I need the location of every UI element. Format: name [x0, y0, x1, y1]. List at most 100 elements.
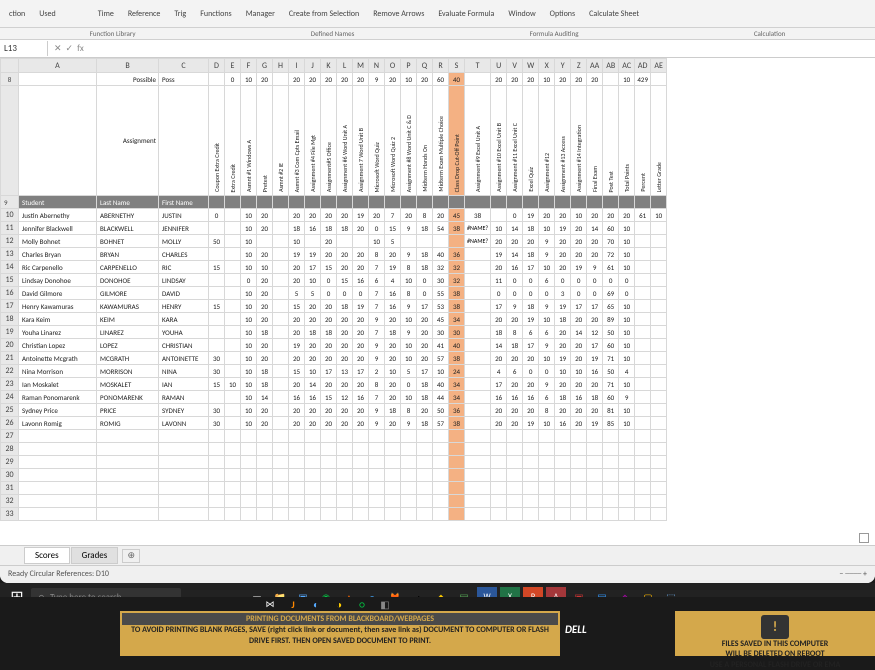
data-cell[interactable]: 45	[433, 313, 449, 326]
row-header[interactable]: 21	[1, 352, 19, 365]
cell[interactable]	[539, 495, 555, 508]
data-cell[interactable]: 10	[241, 417, 257, 430]
student-cell[interactable]: Lindsay Donohoe	[19, 274, 97, 287]
cell[interactable]	[273, 495, 289, 508]
data-cell[interactable]: 20	[257, 274, 273, 287]
data-cell[interactable]: 17	[305, 261, 321, 274]
data-cell[interactable]: 10	[241, 287, 257, 300]
data-cell[interactable]: 20	[571, 417, 587, 430]
data-cell[interactable]: 57	[433, 417, 449, 430]
cell[interactable]	[555, 456, 571, 469]
data-cell[interactable]	[651, 365, 667, 378]
data-cell[interactable]: 10	[619, 404, 635, 417]
cell[interactable]	[571, 508, 587, 521]
cell[interactable]	[603, 482, 619, 495]
data-cell[interactable]: 10	[289, 235, 305, 248]
header-cell[interactable]	[433, 196, 449, 209]
cell[interactable]	[209, 443, 225, 456]
header-cell[interactable]	[635, 196, 651, 209]
data-cell[interactable]	[225, 326, 241, 339]
cell[interactable]	[241, 469, 257, 482]
cell[interactable]	[603, 443, 619, 456]
data-cell[interactable]: 18	[523, 300, 539, 313]
column-header[interactable]: M	[353, 59, 369, 73]
data-cell[interactable]: 0	[353, 287, 369, 300]
row-header[interactable]	[1, 86, 19, 196]
data-cell[interactable]: 70	[603, 235, 619, 248]
data-cell[interactable]: 20	[321, 404, 337, 417]
data-cell[interactable]: 34	[449, 313, 465, 326]
data-cell[interactable]	[465, 248, 491, 261]
firstname-cell[interactable]: DAVID	[159, 287, 209, 300]
data-cell[interactable]: 10	[619, 352, 635, 365]
data-cell[interactable]: 9	[369, 352, 385, 365]
student-cell[interactable]: Ian Moskalet	[19, 378, 97, 391]
data-cell[interactable]: 20	[337, 313, 353, 326]
assignment-header[interactable]: Assignment #10 Excel Unit B	[491, 86, 507, 196]
data-cell[interactable]: 20	[337, 378, 353, 391]
data-cell[interactable]: 7	[369, 300, 385, 313]
student-cell[interactable]: Antoinette Mcgrath	[19, 352, 97, 365]
row-header[interactable]: 19	[1, 326, 19, 339]
data-cell[interactable]: 45	[449, 209, 465, 222]
data-cell[interactable]: 41	[433, 339, 449, 352]
data-cell[interactable]: 0	[401, 378, 417, 391]
data-cell[interactable]: 20	[353, 404, 369, 417]
data-cell[interactable]: 0	[587, 287, 603, 300]
data-cell[interactable]: 65	[603, 300, 619, 313]
row-header[interactable]: 8	[1, 73, 19, 86]
data-cell[interactable]: 17	[353, 365, 369, 378]
data-cell[interactable]	[651, 248, 667, 261]
cell[interactable]	[635, 443, 651, 456]
data-cell[interactable]: 10	[257, 261, 273, 274]
lastname-cell[interactable]: DONOHOE	[97, 274, 159, 287]
data-cell[interactable]: 10	[401, 339, 417, 352]
data-cell[interactable]: 18	[523, 222, 539, 235]
data-cell[interactable]	[225, 287, 241, 300]
cell[interactable]	[651, 430, 667, 443]
data-cell[interactable]	[273, 339, 289, 352]
data-cell[interactable]: 10	[241, 339, 257, 352]
data-cell[interactable]	[273, 287, 289, 300]
assignment-header[interactable]: Assignment #4 File Mgt	[305, 86, 321, 196]
cell[interactable]	[635, 469, 651, 482]
header-cell[interactable]	[465, 196, 491, 209]
data-cell[interactable]: 14	[257, 391, 273, 404]
cell[interactable]	[587, 456, 603, 469]
header-cell[interactable]	[555, 196, 571, 209]
column-header[interactable]: I	[289, 59, 305, 73]
data-cell[interactable]: 10	[241, 248, 257, 261]
cell[interactable]: 0	[225, 73, 241, 86]
data-cell[interactable]: 12	[337, 391, 353, 404]
data-cell[interactable]: 20	[507, 417, 523, 430]
data-cell[interactable]: 14	[571, 326, 587, 339]
data-cell[interactable]: 7	[369, 391, 385, 404]
lastname-cell[interactable]: LINAREZ	[97, 326, 159, 339]
data-cell[interactable]: 20	[289, 404, 305, 417]
cell[interactable]	[465, 73, 491, 86]
cell[interactable]	[159, 430, 209, 443]
data-cell[interactable]: 20	[353, 222, 369, 235]
cell[interactable]	[651, 495, 667, 508]
header-cell[interactable]	[209, 196, 225, 209]
data-cell[interactable]: 10	[241, 209, 257, 222]
data-cell[interactable]	[401, 235, 417, 248]
data-cell[interactable]: 34	[449, 391, 465, 404]
data-cell[interactable]: 10	[539, 417, 555, 430]
firstname-cell[interactable]: IAN	[159, 378, 209, 391]
cell[interactable]	[619, 430, 635, 443]
ribbon-item[interactable]: Functions	[197, 8, 234, 20]
lastname-cell[interactable]: BLACKWELL	[97, 222, 159, 235]
data-cell[interactable]: 0	[555, 274, 571, 287]
cell[interactable]	[651, 482, 667, 495]
data-cell[interactable]	[209, 391, 225, 404]
data-cell[interactable]: 32	[433, 261, 449, 274]
data-cell[interactable]: 19	[555, 300, 571, 313]
row-header[interactable]: 11	[1, 222, 19, 235]
assignment-header[interactable]: Microsoft Word Quiz	[369, 86, 385, 196]
data-cell[interactable]: 20	[321, 378, 337, 391]
data-cell[interactable]: 10	[241, 404, 257, 417]
cell[interactable]	[385, 443, 401, 456]
data-cell[interactable]: 20	[337, 404, 353, 417]
data-cell[interactable]	[465, 352, 491, 365]
